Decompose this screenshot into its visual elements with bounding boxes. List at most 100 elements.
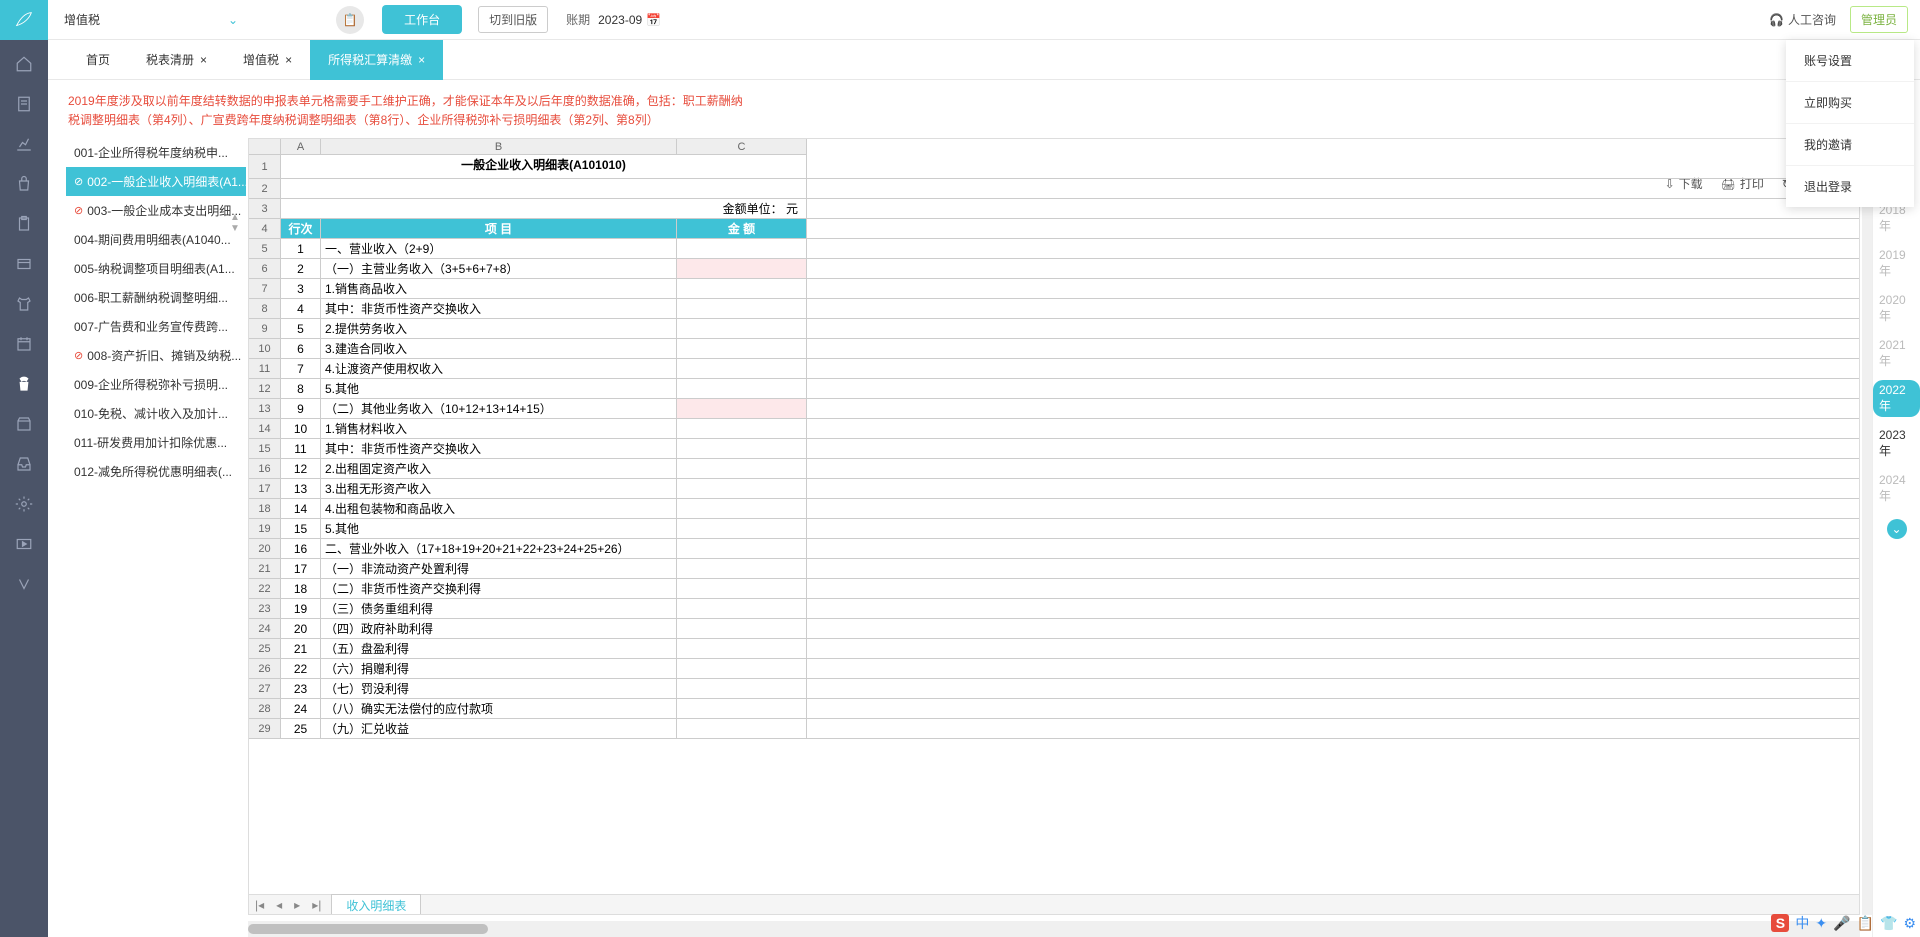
- amount-cell[interactable]: [677, 279, 807, 298]
- ime-mic-icon[interactable]: 🎤: [1833, 915, 1850, 932]
- amount-cell[interactable]: [677, 539, 807, 558]
- form-item[interactable]: 010-免税、减计收入及加计...: [66, 399, 246, 428]
- row-header[interactable]: 3: [249, 199, 281, 219]
- amount-cell[interactable]: [677, 659, 807, 678]
- row-header[interactable]: 22: [249, 579, 281, 599]
- amount-cell[interactable]: [677, 399, 807, 418]
- nav-bag-icon[interactable]: [8, 168, 40, 200]
- row-header[interactable]: 24: [249, 619, 281, 639]
- year-item[interactable]: 2022年: [1873, 380, 1920, 417]
- amount-cell[interactable]: [677, 319, 807, 338]
- ime-s-icon[interactable]: S: [1771, 914, 1789, 932]
- ime-skin-icon[interactable]: 👕: [1880, 915, 1897, 932]
- form-item[interactable]: 011-研发费用加计扣除优惠...: [66, 428, 246, 457]
- amount-cell[interactable]: [677, 239, 807, 258]
- period-value[interactable]: 2023-09: [598, 13, 642, 27]
- nav-v-icon[interactable]: [8, 568, 40, 600]
- sheet-nav-next[interactable]: ▸: [288, 898, 306, 912]
- calendar-icon[interactable]: 📅: [646, 13, 661, 27]
- year-item[interactable]: 2019年: [1873, 245, 1920, 282]
- amount-cell[interactable]: [677, 479, 807, 498]
- nav-settings-icon[interactable]: [8, 488, 40, 520]
- tab-close-icon[interactable]: ×: [285, 53, 292, 67]
- sheet-nav-first[interactable]: |◂: [249, 898, 270, 912]
- amount-cell[interactable]: [677, 579, 807, 598]
- amount-cell[interactable]: [677, 679, 807, 698]
- workbench-button[interactable]: 工作台: [382, 5, 462, 34]
- year-item[interactable]: 2021年: [1873, 335, 1920, 372]
- old-version-button[interactable]: 切到旧版: [478, 6, 548, 33]
- row-header[interactable]: 2: [249, 179, 281, 199]
- admin-button[interactable]: 管理员: [1850, 6, 1908, 33]
- ime-punct[interactable]: ✦: [1815, 915, 1827, 932]
- nav-tax-icon[interactable]: [8, 368, 40, 400]
- amount-cell[interactable]: [677, 599, 807, 618]
- ime-gear-icon[interactable]: ⚙: [1903, 915, 1916, 932]
- row-header[interactable]: 12: [249, 379, 281, 399]
- row-header[interactable]: 27: [249, 679, 281, 699]
- form-item[interactable]: 005-纳税调整项目明细表(A1...: [66, 254, 246, 283]
- amount-cell[interactable]: [677, 299, 807, 318]
- col-header[interactable]: A: [281, 139, 321, 155]
- tab-首页[interactable]: 首页: [68, 40, 128, 80]
- sheet-nav-prev[interactable]: ◂: [270, 898, 288, 912]
- row-header[interactable]: 8: [249, 299, 281, 319]
- company-selector[interactable]: 增值税 ⌄: [56, 11, 246, 28]
- row-header[interactable]: 7: [249, 279, 281, 299]
- row-header[interactable]: 21: [249, 559, 281, 579]
- row-header[interactable]: 9: [249, 319, 281, 339]
- row-header[interactable]: 14: [249, 419, 281, 439]
- row-header[interactable]: 15: [249, 439, 281, 459]
- row-header[interactable]: 4: [249, 219, 281, 239]
- amount-cell[interactable]: [677, 259, 807, 278]
- amount-cell[interactable]: [677, 339, 807, 358]
- col-header[interactable]: B: [321, 139, 677, 155]
- row-header[interactable]: 23: [249, 599, 281, 619]
- form-item[interactable]: 012-减免所得税优惠明细表(...: [66, 457, 246, 486]
- amount-cell[interactable]: [677, 559, 807, 578]
- amount-cell[interactable]: [677, 719, 807, 738]
- sheet-corner[interactable]: [249, 139, 281, 155]
- row-header[interactable]: 16: [249, 459, 281, 479]
- col-header[interactable]: C: [677, 139, 807, 155]
- row-header[interactable]: 19: [249, 519, 281, 539]
- nav-doc-icon[interactable]: [8, 88, 40, 120]
- row-header[interactable]: 1: [249, 155, 281, 179]
- form-item[interactable]: 004-期间费用明细表(A1040...: [66, 225, 246, 254]
- row-header[interactable]: 26: [249, 659, 281, 679]
- consult-button[interactable]: 🎧人工咨询: [1769, 11, 1836, 28]
- amount-cell[interactable]: [677, 699, 807, 718]
- sheet-nav-last[interactable]: ▸|: [306, 898, 327, 912]
- tab-所得税汇算清缴[interactable]: 所得税汇算清缴×: [310, 40, 443, 80]
- ime-lang[interactable]: 中: [1795, 913, 1809, 933]
- nav-invoice-icon[interactable]: [8, 248, 40, 280]
- row-header[interactable]: 11: [249, 359, 281, 379]
- year-item[interactable]: 2023年: [1873, 425, 1920, 462]
- form-item[interactable]: 007-广告费和业务宣传费跨...: [66, 312, 246, 341]
- amount-cell[interactable]: [677, 459, 807, 478]
- nav-archive-icon[interactable]: [8, 408, 40, 440]
- form-item[interactable]: 006-职工薪酬纳税调整明细...: [66, 283, 246, 312]
- form-item[interactable]: ⊘003-一般企业成本支出明细...: [66, 196, 246, 225]
- amount-cell[interactable]: [677, 439, 807, 458]
- nav-clipboard-icon[interactable]: [8, 208, 40, 240]
- user-menu-item[interactable]: 立即购买: [1786, 82, 1914, 124]
- user-menu-item[interactable]: 我的邀请: [1786, 124, 1914, 166]
- tab-增值税[interactable]: 增值税×: [225, 40, 310, 80]
- row-header[interactable]: 13: [249, 399, 281, 419]
- year-item[interactable]: 2020年: [1873, 290, 1920, 327]
- app-logo[interactable]: [0, 0, 48, 40]
- form-item[interactable]: 009-企业所得税弥补亏损明...: [66, 370, 246, 399]
- amount-cell[interactable]: [677, 419, 807, 438]
- form-item[interactable]: ⊘008-资产折旧、摊销及纳税...: [66, 341, 246, 370]
- nav-video-icon[interactable]: [8, 528, 40, 560]
- user-menu-item[interactable]: 账号设置: [1786, 40, 1914, 82]
- tab-close-icon[interactable]: ×: [200, 53, 207, 67]
- horizontal-scrollbar[interactable]: [248, 921, 1860, 937]
- form-item[interactable]: 001-企业所得税年度纳税申...: [66, 138, 246, 167]
- tab-close-icon[interactable]: ×: [418, 53, 425, 67]
- row-header[interactable]: 10: [249, 339, 281, 359]
- ime-clip-icon[interactable]: 📋: [1857, 915, 1874, 932]
- form-item[interactable]: ⊘002-一般企业收入明细表(A1...: [66, 167, 246, 196]
- nav-calendar-icon[interactable]: [8, 328, 40, 360]
